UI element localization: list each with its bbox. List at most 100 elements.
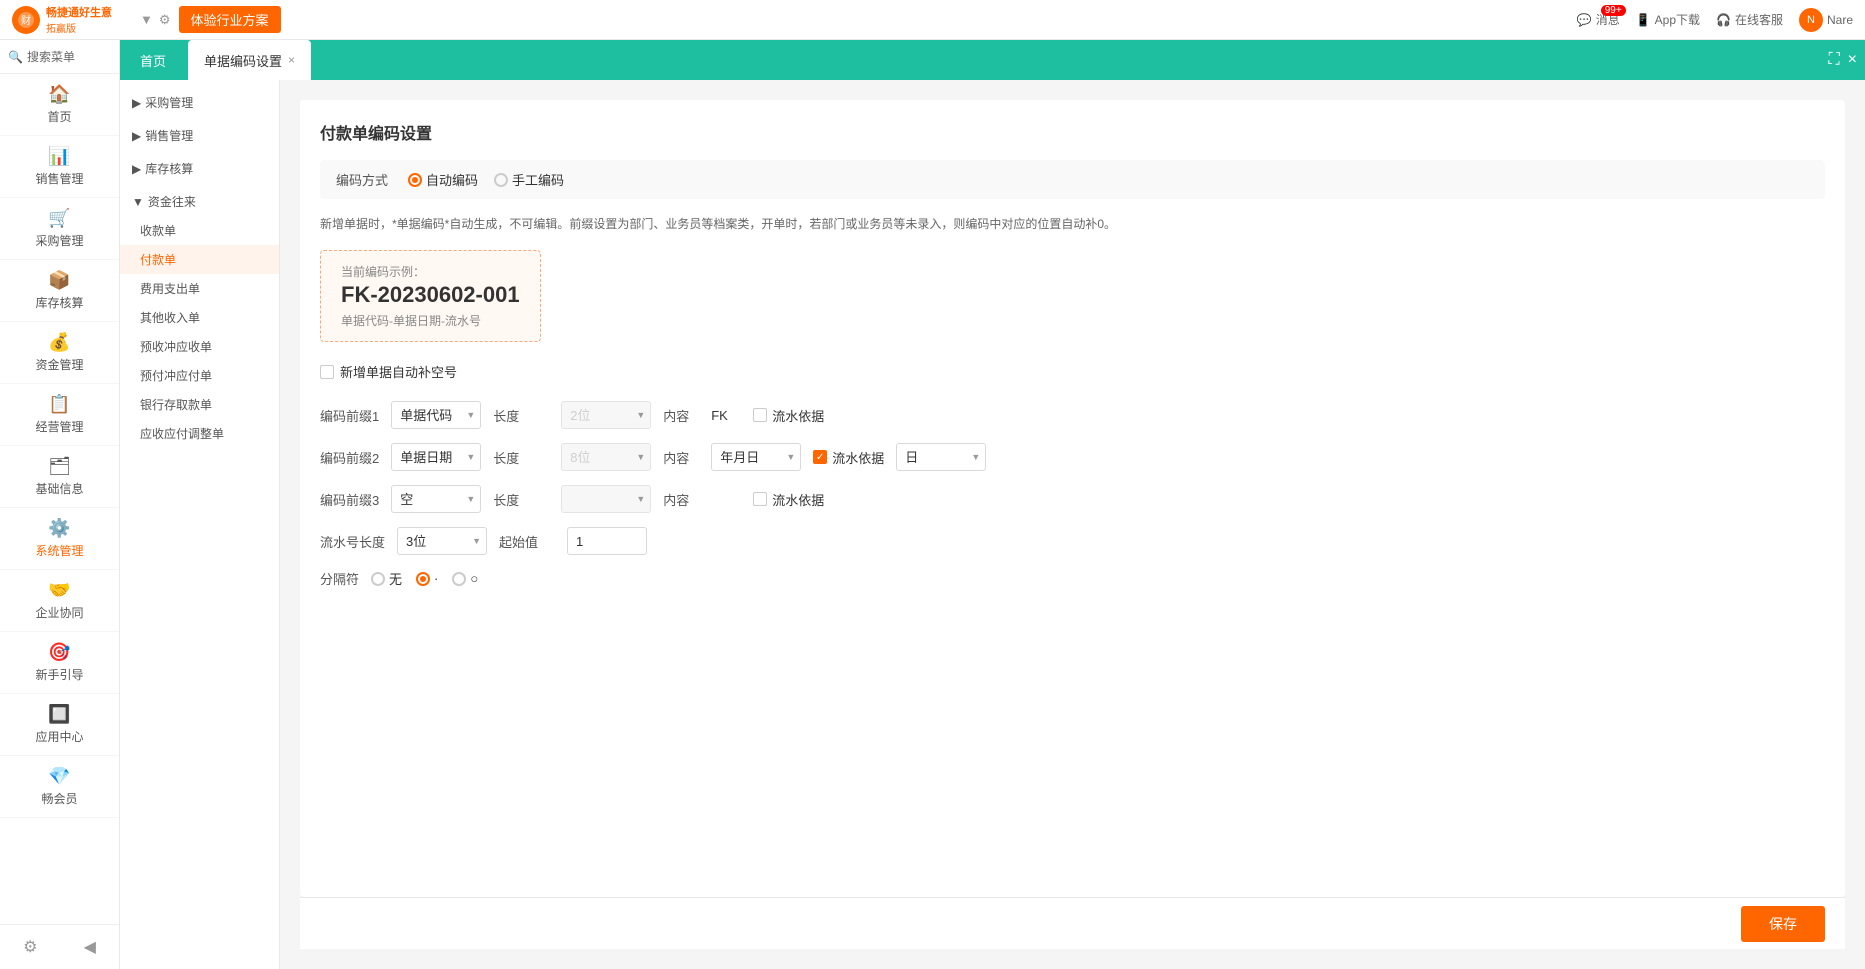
prefix1-select[interactable]: 单据代码 部门 业务员 自定义 空 — [391, 401, 481, 429]
search-menu[interactable]: 🔍 搜索菜单 — [0, 40, 119, 74]
sidebar-item-inventory[interactable]: 📦 库存核算 — [0, 260, 119, 322]
tab-maximize-icon[interactable]: ⛶ — [1828, 51, 1839, 69]
prefix1-content-value: FK — [711, 408, 741, 423]
nav-group-inventory-title[interactable]: ▶ 库存核算 — [120, 154, 279, 183]
sidebar-item-system[interactable]: ⚙️ 系统管理 — [0, 508, 119, 570]
search-icon: 🔍 — [8, 50, 23, 64]
online-service-button[interactable]: 🎧 在线客服 — [1716, 11, 1783, 28]
prefix2-select[interactable]: 单据日期 单据代码 部门 业务员 自定义 空 — [391, 443, 481, 471]
tab-home[interactable]: 首页 — [120, 40, 186, 80]
serial-length-select[interactable]: 3位 4位 5位 6位 — [397, 527, 487, 555]
auto-fill-checkbox-row[interactable]: 新增单据自动补空号 — [320, 362, 1825, 381]
nav-item-other-income[interactable]: 其他收入单 — [120, 303, 279, 332]
top-bar-right: 💬 消息 99+ 📱 App下载 🎧 在线客服 N Nare — [1577, 8, 1853, 32]
prefix2-content-select-wrapper: 年月日 年月 年 — [711, 443, 801, 471]
prefix2-stream-checkbox[interactable]: 流水依据 — [813, 448, 884, 467]
tab-bar: 首页 单据编码设置 × ⛶ × — [120, 40, 1865, 80]
prefix1-length-select[interactable]: 2位 — [561, 401, 651, 429]
logo-icon: 财 — [12, 6, 40, 34]
nav-item-advance-recv[interactable]: 预收冲应收单 — [120, 332, 279, 361]
base-icon: 🗂 — [48, 456, 71, 477]
nav-group-purchase: ▶ 采购管理 — [120, 88, 279, 117]
tab-close-window-icon[interactable]: × — [1848, 51, 1857, 69]
encode-method-row: 编码方式 自动编码 手工编码 — [320, 160, 1825, 199]
nav-group-sales: ▶ 销售管理 — [120, 121, 279, 150]
nav-group-sales-title[interactable]: ▶ 销售管理 — [120, 121, 279, 150]
encode-method-label: 编码方式 — [336, 170, 388, 189]
nav-item-payment[interactable]: 付款单 — [120, 245, 279, 274]
sidebar-item-member[interactable]: 💎 畅会员 — [0, 756, 119, 818]
prefix2-label: 编码前缀2 — [320, 448, 379, 467]
top-bar: 财 畅捷通好生意 拓赢版 ▼ ⚙ 体验行业方案 💬 消息 99+ 📱 App下载… — [0, 0, 1865, 40]
purchase-icon: 🛒 — [48, 208, 70, 229]
logo-area: 财 畅捷通好生意 拓赢版 — [12, 4, 132, 35]
sidebar-item-operation[interactable]: 📋 经营管理 — [0, 384, 119, 446]
app-download-button[interactable]: 📱 App下载 — [1636, 11, 1700, 28]
prefix2-content-label: 内容 — [663, 448, 699, 467]
sidebar-item-apps[interactable]: 🔲 应用中心 — [0, 694, 119, 756]
apps-icon: 🔲 — [48, 704, 70, 725]
sidebar-item-enterprise[interactable]: 🤝 企业协同 — [0, 570, 119, 632]
separator-dot-radio[interactable]: · — [416, 571, 438, 586]
prefix1-label: 编码前缀1 — [320, 406, 379, 425]
sidebar-item-base[interactable]: 🗂 基础信息 — [0, 446, 119, 508]
sidebar-item-finance[interactable]: 💰 资金管理 — [0, 322, 119, 384]
prefix3-length-select[interactable] — [561, 485, 651, 513]
nav-item-receipt[interactable]: 收款单 — [120, 216, 279, 245]
settings-bottom-icon[interactable]: ⚙ — [15, 933, 45, 961]
sidebar-item-sales[interactable]: 📊 销售管理 — [0, 136, 119, 198]
guide-icon: 🎯 — [48, 642, 70, 663]
user-avatar[interactable]: N Nare — [1799, 8, 1853, 32]
inventory-icon: 📦 — [48, 270, 70, 291]
prefix2-stream-unit-select[interactable]: 日 月 年 — [896, 443, 986, 471]
prefix3-stream-checkbox[interactable]: 流水依据 — [753, 490, 824, 509]
nav-item-ar-ap-adj[interactable]: 应收应付调整单 — [120, 419, 279, 448]
home-icon: 🏠 — [48, 84, 70, 105]
nav-group-purchase-title[interactable]: ▶ 采购管理 — [120, 88, 279, 117]
auto-encode-radio[interactable]: 自动编码 — [408, 170, 478, 189]
prefix3-select[interactable]: 空 单据代码 部门 业务员 自定义 — [391, 485, 481, 513]
nav-group-inventory: ▶ 库存核算 — [120, 154, 279, 183]
gear-icon[interactable]: ⚙ — [159, 12, 171, 28]
tab-encoding-settings[interactable]: 单据编码设置 × — [188, 40, 311, 80]
trial-button[interactable]: 体验行业方案 — [179, 6, 281, 33]
nav-expand-fund-icon: ▼ — [132, 195, 144, 209]
collapse-icon[interactable]: ◀ — [76, 933, 104, 961]
sep-none-dot — [371, 572, 385, 586]
sidebar-item-purchase[interactable]: 🛒 采购管理 — [0, 198, 119, 260]
sidebar-item-guide[interactable]: 🎯 新手引导 — [0, 632, 119, 694]
logo-text: 畅捷通好生意 拓赢版 — [46, 4, 112, 35]
nav-dropdown[interactable]: ▼ ⚙ — [140, 12, 171, 28]
prefix1-row: 编码前缀1 单据代码 部门 业务员 自定义 空 长度 — [320, 401, 1825, 429]
member-icon: 💎 — [48, 766, 70, 787]
nav-item-bank-deposit[interactable]: 银行存取款单 — [120, 390, 279, 419]
auto-fill-checkbox[interactable] — [320, 365, 334, 379]
prefix3-length-label: 长度 — [493, 490, 549, 509]
sep-circle-dot — [452, 572, 466, 586]
preview-label: 当前编码示例： — [341, 263, 520, 280]
prefix1-length-label: 长度 — [493, 406, 549, 425]
nav-group-fund-title[interactable]: ▼ 资金往来 — [120, 187, 279, 216]
prefix2-content-select[interactable]: 年月日 年月 年 — [711, 443, 801, 471]
page-content: 付款单编码设置 编码方式 自动编码 手工编码 — [280, 80, 1865, 969]
preview-desc: 单据代码-单据日期-流水号 — [341, 312, 520, 329]
message-button[interactable]: 💬 消息 99+ — [1577, 11, 1620, 28]
nav-item-expense[interactable]: 费用支出单 — [120, 274, 279, 303]
auto-fill-label: 新增单据自动补空号 — [340, 362, 457, 381]
finance-icon: 💰 — [48, 332, 70, 353]
message-badge: 99+ — [1601, 5, 1626, 16]
nav-item-advance-pay[interactable]: 预付冲应付单 — [120, 361, 279, 390]
serial-start-input[interactable] — [567, 527, 647, 555]
sidebar: 🔍 搜索菜单 🏠 首页 📊 销售管理 🛒 采购管理 📦 库存核算 💰 资金管理 … — [0, 40, 120, 969]
prefix2-select-wrapper: 单据日期 单据代码 部门 业务员 自定义 空 — [391, 443, 481, 471]
save-button[interactable]: 保存 — [1741, 906, 1825, 942]
manual-encode-radio[interactable]: 手工编码 — [494, 170, 564, 189]
tab-close-icon[interactable]: × — [288, 53, 295, 67]
separator-none-radio[interactable]: 无 — [371, 569, 402, 588]
prefix1-stream-checkbox[interactable]: 流水依据 — [753, 406, 824, 425]
separator-circle-radio[interactable]: ○ — [452, 571, 478, 586]
prefix2-length-select[interactable]: 8位 — [561, 443, 651, 471]
bottom-bar: 保存 — [300, 897, 1845, 949]
sidebar-item-home[interactable]: 🏠 首页 — [0, 74, 119, 136]
radio-group-encode: 自动编码 手工编码 — [408, 170, 564, 189]
